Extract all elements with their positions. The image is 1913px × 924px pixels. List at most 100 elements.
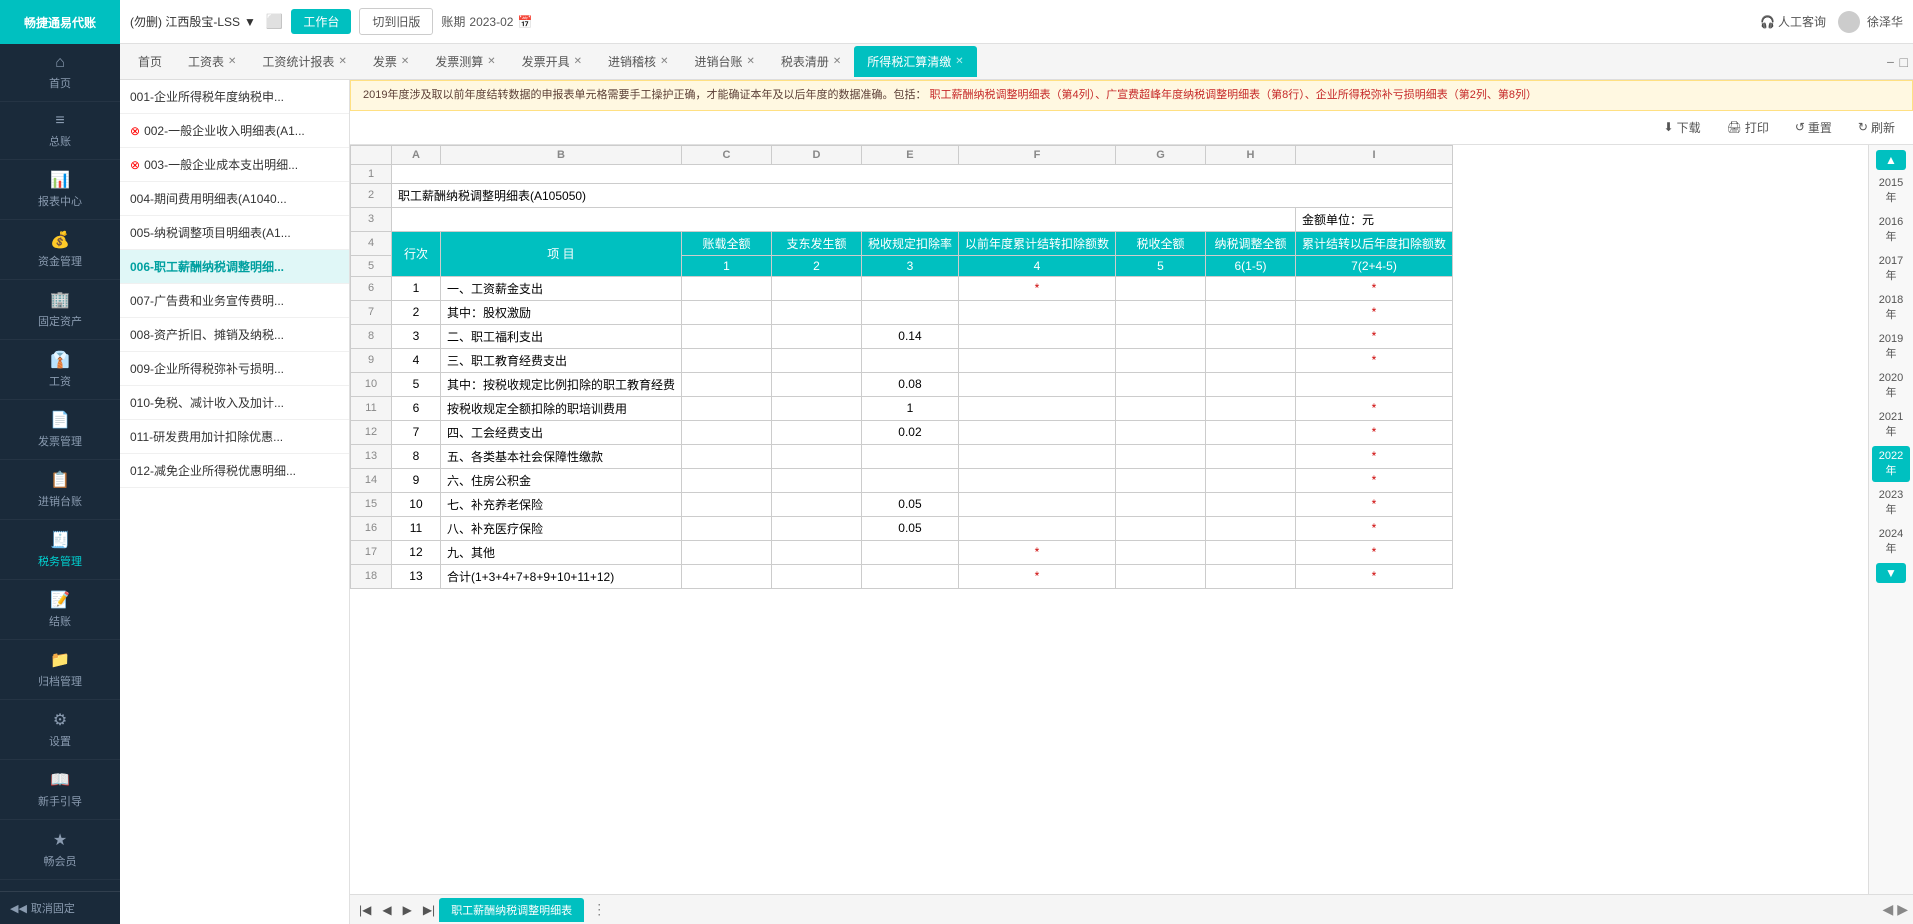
menu-item-010[interactable]: 010-免税、减计收入及加计... (120, 386, 349, 420)
sidebar-item-member[interactable]: ★ 畅会员 (0, 820, 120, 880)
year-2018[interactable]: 2018年 (1872, 290, 1910, 326)
cell-g[interactable] (1116, 396, 1206, 420)
cell-e[interactable] (861, 564, 958, 588)
year-2020[interactable]: 2020年 (1872, 368, 1910, 404)
cell-d[interactable] (771, 564, 861, 588)
cell-i[interactable] (1296, 372, 1453, 396)
switch-button[interactable]: 切到旧版 (359, 8, 433, 35)
cell-i[interactable]: * (1296, 324, 1453, 348)
user-info[interactable]: 徐泽华 (1838, 11, 1903, 33)
tab-ledger[interactable]: 进销台账 ✕ (681, 46, 767, 77)
cell-i[interactable]: * (1296, 516, 1453, 540)
tab-annual-tax[interactable]: 所得税汇算清缴 ✕ (854, 46, 976, 77)
cell-d[interactable] (771, 492, 861, 516)
year-2023[interactable]: 2023年 (1872, 485, 1910, 521)
cell-e[interactable]: 0.08 (861, 372, 958, 396)
tab-close-payroll-stats[interactable]: ✕ (338, 56, 346, 67)
cell-f[interactable] (958, 516, 1115, 540)
cell-c[interactable] (681, 564, 771, 588)
tab-close-invoice[interactable]: ✕ (401, 56, 409, 67)
cell-h[interactable] (1206, 468, 1296, 492)
spreadsheet-area[interactable]: A B C D E F G H I (350, 145, 1868, 895)
cell-c[interactable] (681, 276, 771, 300)
workspace-button[interactable]: 工作台 (291, 9, 351, 34)
menu-item-012[interactable]: 012-减免企业所得税优惠明细... (120, 454, 349, 488)
minimize-icon[interactable]: − (1886, 54, 1894, 70)
cell-g[interactable] (1116, 348, 1206, 372)
cell-c[interactable] (681, 348, 771, 372)
year-2015[interactable]: 2015年 (1872, 173, 1910, 209)
cell-i[interactable]: * (1296, 396, 1453, 420)
copy-icon[interactable]: ⬜ (266, 13, 283, 30)
cell-c[interactable] (681, 420, 771, 444)
cell-g[interactable] (1116, 492, 1206, 516)
cell-d[interactable] (771, 276, 861, 300)
cell-g[interactable] (1116, 516, 1206, 540)
menu-item-001[interactable]: 001-企业所得税年度纳税申... (120, 80, 349, 114)
year-2017[interactable]: 2017年 (1872, 251, 1910, 287)
cell-e[interactable]: 0.02 (861, 420, 958, 444)
cell-i[interactable]: * (1296, 540, 1453, 564)
cell-c[interactable] (681, 516, 771, 540)
cell-e[interactable]: 0.05 (861, 516, 958, 540)
tab-invoice-issue[interactable]: 发票开具 ✕ (509, 46, 595, 77)
cell-c[interactable] (681, 468, 771, 492)
cell-f[interactable]: * (958, 276, 1115, 300)
cell-f[interactable] (958, 468, 1115, 492)
cell-d[interactable] (771, 420, 861, 444)
tab-check[interactable]: 进销稽核 ✕ (595, 46, 681, 77)
unpin-button[interactable]: ◀◀ 取消固定 (0, 892, 120, 924)
cell-d[interactable] (771, 540, 861, 564)
cell-g[interactable] (1116, 564, 1206, 588)
cell-g[interactable] (1116, 540, 1206, 564)
sidebar-item-reports[interactable]: 📊 报表中心 (0, 160, 120, 220)
cell-f[interactable] (958, 396, 1115, 420)
cell-e[interactable] (861, 276, 958, 300)
cell-e[interactable] (861, 540, 958, 564)
menu-item-011[interactable]: 011-研发费用加计扣除优惠... (120, 420, 349, 454)
cell-h[interactable] (1206, 516, 1296, 540)
cell-c[interactable] (681, 492, 771, 516)
cell-e[interactable]: 0.05 (861, 492, 958, 516)
sheet-nav-next[interactable]: ▶ (399, 901, 416, 919)
sidebar-item-sales[interactable]: 📋 进销台账 (0, 460, 120, 520)
cell-i[interactable]: * (1296, 444, 1453, 468)
cell-c[interactable] (681, 300, 771, 324)
cell-g[interactable] (1116, 420, 1206, 444)
cell-d[interactable] (771, 516, 861, 540)
cell-c[interactable] (681, 540, 771, 564)
cell-e[interactable] (861, 468, 958, 492)
cell-h[interactable] (1206, 276, 1296, 300)
menu-item-002[interactable]: ⊗ 002-一般企业收入明细表(A1... (120, 114, 349, 148)
cell-d[interactable] (771, 348, 861, 372)
menu-item-003[interactable]: ⊗ 003-一般企业成本支出明细... (120, 148, 349, 182)
cell-e[interactable] (861, 348, 958, 372)
cell-f[interactable] (958, 444, 1115, 468)
cell-h[interactable] (1206, 348, 1296, 372)
cell-f[interactable] (958, 492, 1115, 516)
sidebar-item-finance[interactable]: 💰 资金管理 (0, 220, 120, 280)
menu-item-006[interactable]: 006-职工薪酬纳税调整明细... (120, 250, 349, 284)
sidebar-item-payroll[interactable]: 👔 工资 (0, 340, 120, 400)
cell-f[interactable] (958, 420, 1115, 444)
year-scroll-down[interactable]: ▼ (1876, 563, 1906, 583)
cell-d[interactable] (771, 324, 861, 348)
cell-g[interactable] (1116, 324, 1206, 348)
cell-f[interactable]: * (958, 564, 1115, 588)
cell-i[interactable]: * (1296, 348, 1453, 372)
cell-i[interactable]: * (1296, 300, 1453, 324)
tab-tax-list[interactable]: 税表清册 ✕ (768, 46, 854, 77)
cell-i[interactable]: * (1296, 276, 1453, 300)
sidebar-item-assets[interactable]: 🏢 固定资产 (0, 280, 120, 340)
cell-h[interactable] (1206, 372, 1296, 396)
tab-invoice-calc[interactable]: 发票测算 ✕ (422, 46, 508, 77)
year-2019[interactable]: 2019年 (1872, 329, 1910, 365)
tab-close-annual-tax[interactable]: ✕ (955, 56, 963, 67)
cell-f[interactable] (958, 324, 1115, 348)
maximize-icon[interactable]: □ (1900, 54, 1908, 70)
tab-home[interactable]: 首页 (125, 46, 175, 77)
tab-invoice[interactable]: 发票 ✕ (360, 46, 422, 77)
cell-h[interactable] (1206, 492, 1296, 516)
print-button[interactable]: 🖨 打印 (1719, 116, 1777, 139)
cell-c[interactable] (681, 324, 771, 348)
